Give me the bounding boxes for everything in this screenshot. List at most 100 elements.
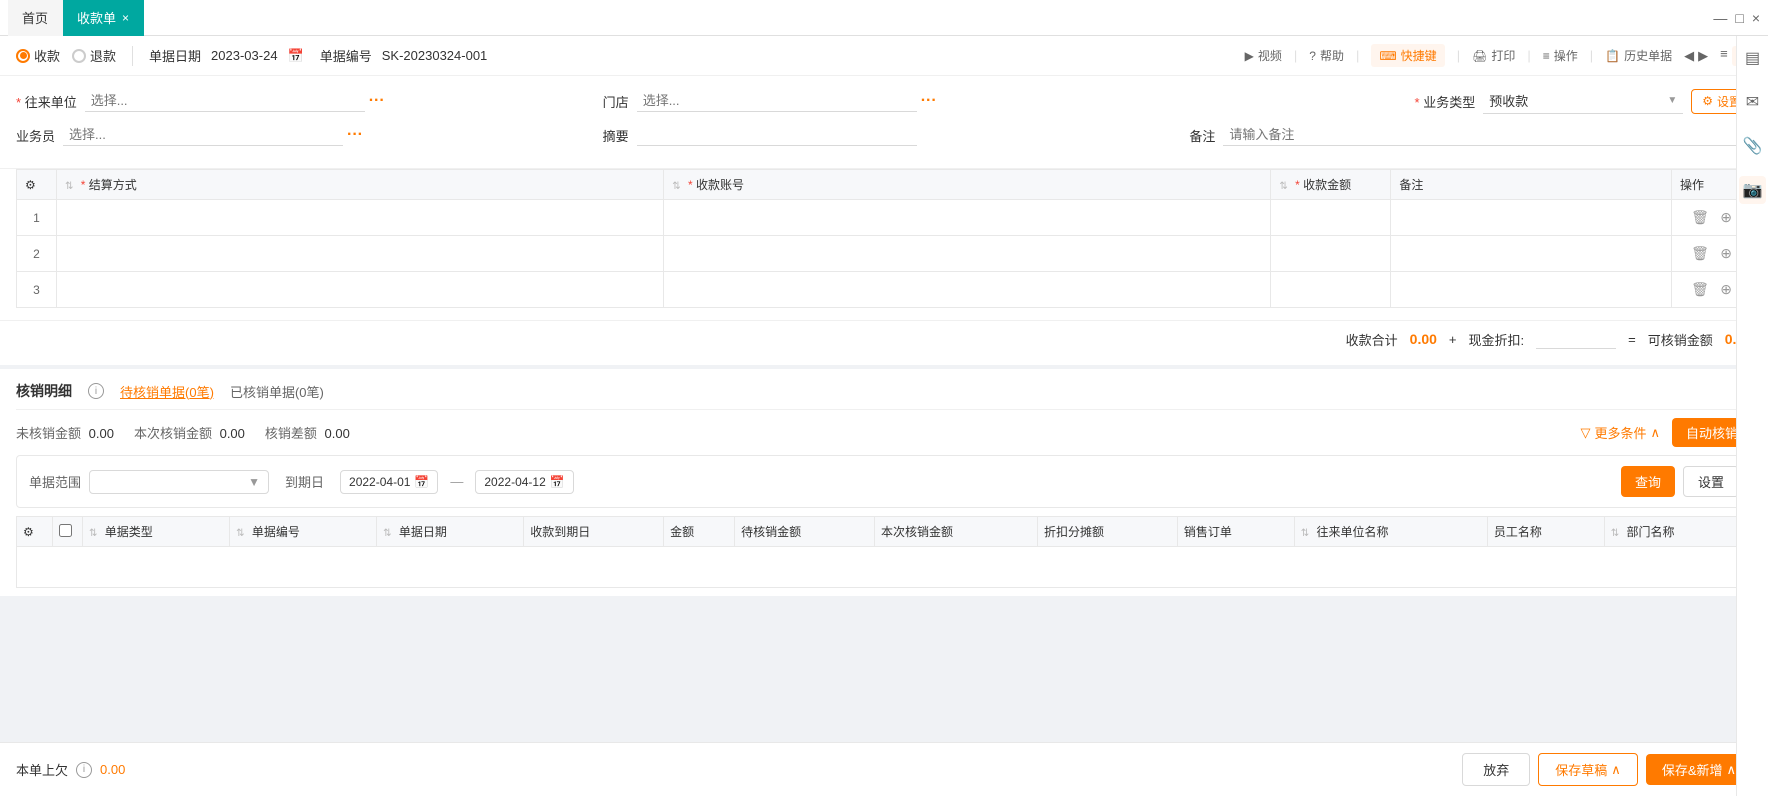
due-date-field: 到期日 2022-04-01 📅 — 2022-04-12 📅 bbox=[285, 470, 574, 494]
done-tab[interactable]: 已核销单据(0笔) bbox=[230, 382, 324, 401]
tab-home[interactable]: 首页 bbox=[8, 0, 63, 36]
filter-icon: ▽ bbox=[1580, 425, 1590, 441]
row-copy-btn-3[interactable]: ⊕ bbox=[1716, 279, 1736, 300]
remark-input[interactable] bbox=[1223, 124, 1752, 146]
abandon-btn[interactable]: 放弃 bbox=[1462, 753, 1530, 786]
toolbar-divider-1 bbox=[132, 46, 133, 66]
calendar-to-icon: 📅 bbox=[550, 475, 565, 489]
writeoff-title: 核销明细 bbox=[16, 381, 72, 401]
nav-prev-icon[interactable]: ◀ bbox=[1684, 48, 1694, 64]
summary-field: 摘要 bbox=[603, 124, 1166, 146]
operation-action[interactable]: ≡ 操作 bbox=[1543, 47, 1578, 64]
help-action[interactable]: ? 帮助 bbox=[1309, 47, 1344, 64]
sidebar-camera-icon[interactable]: 📷 bbox=[1739, 176, 1767, 204]
counterpart-input[interactable] bbox=[85, 90, 365, 112]
sidebar-table-icon[interactable]: ▤ bbox=[1741, 44, 1764, 72]
due-date-label: 到期日 bbox=[285, 472, 324, 491]
row-delete-btn-1[interactable]: 🗑 bbox=[1687, 207, 1713, 228]
row-copy-btn-2[interactable]: ⊕ bbox=[1716, 243, 1736, 264]
table-row: 2 🗑 ⊕ bbox=[17, 236, 1752, 272]
range-chevron-icon: ▼ bbox=[248, 475, 260, 489]
store-more-btn[interactable]: ··· bbox=[921, 92, 937, 110]
prev-label: 本单上欠 bbox=[16, 760, 68, 779]
radio-refund[interactable]: 退款 bbox=[72, 46, 116, 65]
equals-label: = bbox=[1628, 332, 1636, 347]
salesman-more-btn[interactable]: ··· bbox=[347, 126, 363, 144]
remark-label: 备注 bbox=[1189, 126, 1215, 145]
range-select[interactable]: ▼ bbox=[89, 470, 269, 494]
history-icon: 📋 bbox=[1605, 49, 1620, 63]
discount-input[interactable] bbox=[1536, 329, 1616, 349]
query-btn[interactable]: 查询 bbox=[1621, 466, 1675, 497]
row-num-2: 2 bbox=[17, 236, 57, 272]
bt-select-all-checkbox[interactable] bbox=[59, 524, 72, 537]
history-action[interactable]: 📋 历史单据 bbox=[1605, 47, 1672, 64]
bt-th-bill-no: ⇅ 单据编号 bbox=[230, 517, 377, 547]
counterpart-more-btn[interactable]: ··· bbox=[369, 92, 385, 110]
search-filter-row: 单据范围 ▼ 到期日 2022-04-01 📅 — bbox=[29, 466, 1739, 497]
business-type-select[interactable]: 预收款 ▼ bbox=[1483, 88, 1683, 114]
row-amount-2[interactable] bbox=[1271, 236, 1391, 272]
row-account-3[interactable] bbox=[664, 272, 1271, 308]
bt-th-due-date: 收款到期日 bbox=[524, 517, 664, 547]
chevron-down-icon: ▼ bbox=[1667, 95, 1677, 106]
operation-label: 操作 bbox=[1554, 47, 1578, 64]
store-input[interactable] bbox=[637, 90, 917, 112]
row-delete-btn-3[interactable]: 🗑 bbox=[1687, 279, 1713, 300]
tab-close-icon[interactable]: × bbox=[122, 11, 129, 25]
date-separator: — bbox=[450, 474, 463, 489]
row-account-1[interactable] bbox=[664, 200, 1271, 236]
unverified-value: 0.00 bbox=[89, 426, 114, 441]
radio-receive[interactable]: 收款 bbox=[16, 46, 60, 65]
bill-no-label: 单据编号 bbox=[320, 46, 372, 65]
row-remark-2[interactable] bbox=[1391, 236, 1672, 272]
list-view-icon[interactable]: ≡ bbox=[1720, 46, 1728, 66]
salesman-input[interactable] bbox=[63, 124, 343, 146]
bt-th-checkbox bbox=[53, 517, 83, 547]
form-area: * 往来单位 ··· 门店 ··· * 业务类型 bbox=[0, 76, 1768, 169]
info-icon-footer[interactable]: i bbox=[76, 762, 92, 778]
bt-th-counterpart: ⇅ 往来单位名称 bbox=[1294, 517, 1487, 547]
date-from-picker[interactable]: 2022-04-01 📅 bbox=[340, 470, 438, 494]
sidebar-email-icon[interactable]: ✉ bbox=[1742, 88, 1763, 116]
sidebar-clip-icon[interactable]: 📎 bbox=[1739, 132, 1767, 160]
calendar-icon[interactable]: 📅 bbox=[288, 48, 304, 64]
tab-active[interactable]: 收款单 × bbox=[63, 0, 144, 36]
pending-tab[interactable]: 待核销单据(0笔) bbox=[120, 382, 214, 401]
nav-next-icon[interactable]: ▶ bbox=[1698, 48, 1708, 64]
date-to-picker[interactable]: 2022-04-12 📅 bbox=[475, 470, 573, 494]
row-amount-1[interactable] bbox=[1271, 200, 1391, 236]
row-remark-3[interactable] bbox=[1391, 272, 1672, 308]
window-minimize-icon[interactable]: — bbox=[1713, 10, 1727, 26]
shortcut-label: 快捷键 bbox=[1401, 47, 1437, 64]
range-label: 单据范围 bbox=[29, 472, 81, 491]
bottom-table: ⚙ ⇅ 单据类型 ⇅ 单据编号 bbox=[16, 516, 1752, 588]
save-draft-btn[interactable]: 保存草稿 ∧ bbox=[1538, 753, 1638, 786]
window-close-icon[interactable]: × bbox=[1752, 10, 1760, 26]
bt-th-employee: 员工名称 bbox=[1487, 517, 1604, 547]
shortcut-action[interactable]: ⌨ 快捷键 bbox=[1371, 44, 1444, 67]
row-delete-btn-2[interactable]: 🗑 bbox=[1687, 243, 1713, 264]
date-to-value: 2022-04-12 bbox=[484, 475, 545, 489]
bottom-table-gear-icon[interactable]: ⚙ bbox=[23, 525, 34, 539]
window-maximize-icon[interactable]: □ bbox=[1735, 10, 1743, 26]
diff-stat: 核销差额 0.00 bbox=[265, 423, 350, 442]
row-settlement-2[interactable] bbox=[57, 236, 664, 272]
row-remark-1[interactable] bbox=[1391, 200, 1672, 236]
writeoff-info-icon[interactable]: i bbox=[88, 383, 104, 399]
row-amount-3[interactable] bbox=[1271, 272, 1391, 308]
business-type-value: 预收款 bbox=[1489, 91, 1528, 110]
tab-bar-right: — □ × bbox=[1713, 10, 1760, 26]
video-action[interactable]: ▶ 视频 bbox=[1245, 47, 1282, 64]
row-settlement-1[interactable] bbox=[57, 200, 664, 236]
print-action[interactable]: 🖨 打印 bbox=[1472, 47, 1515, 64]
row-settlement-3[interactable] bbox=[57, 272, 664, 308]
summary-input[interactable] bbox=[637, 124, 917, 146]
row-copy-btn-1[interactable]: ⊕ bbox=[1716, 207, 1736, 228]
table-gear-icon[interactable]: ⚙ bbox=[25, 178, 36, 192]
th-settlement: ⇅ * 结算方式 bbox=[57, 170, 664, 200]
more-conditions-btn[interactable]: ▽ 更多条件 ∧ bbox=[1580, 423, 1660, 442]
row-account-2[interactable] bbox=[664, 236, 1271, 272]
writeoff-settings-btn[interactable]: 设置 bbox=[1683, 466, 1739, 497]
bill-date-label: 单据日期 bbox=[149, 46, 201, 65]
